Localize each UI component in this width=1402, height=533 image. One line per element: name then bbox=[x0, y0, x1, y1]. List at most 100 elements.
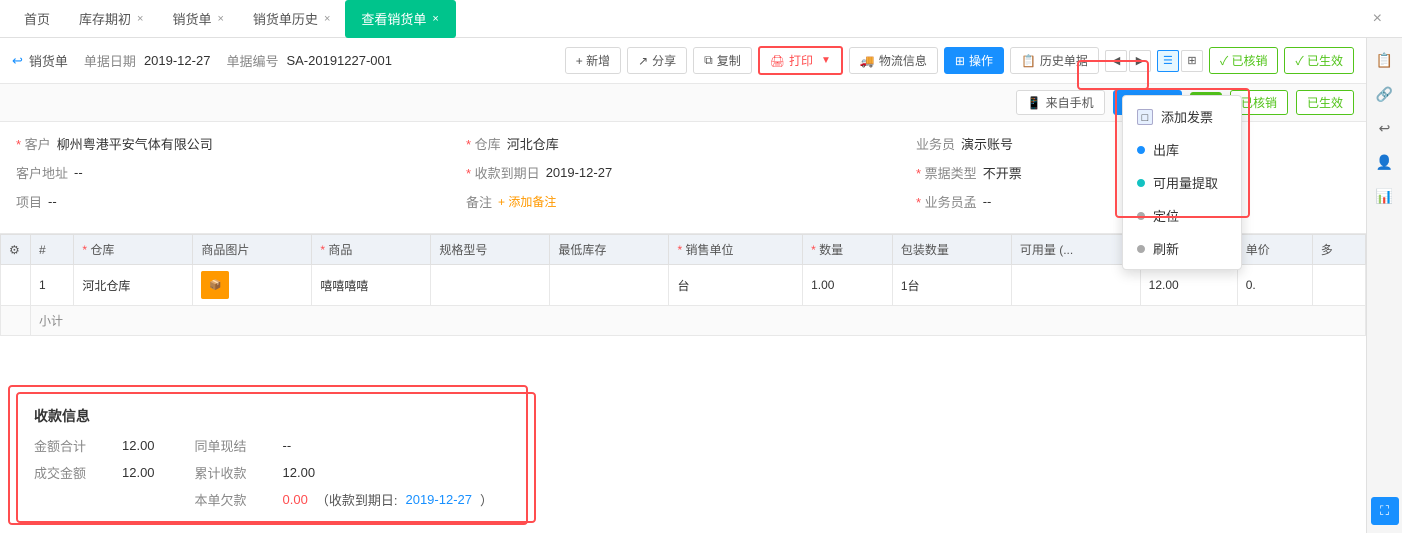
grid-view-btn[interactable]: ⊞ bbox=[1181, 50, 1203, 72]
ops-dropdown-menu: □ 添加发票 出库 可用量提取 定位 刷新 bbox=[1122, 95, 1242, 270]
close-history-tab[interactable]: × bbox=[324, 13, 330, 25]
doc-number-field: 单据编号 SA-20191227-001 bbox=[226, 51, 392, 70]
settings-icon: ⚙ bbox=[9, 243, 20, 257]
row-stock: 12.00 bbox=[1140, 265, 1237, 306]
payment-section: 收款信息 金额合计 12.00 成交金额 12.00 同单现结 -- bbox=[16, 392, 536, 523]
ops-button[interactable]: ⊞ 操作 bbox=[944, 47, 1004, 74]
from-phone-button[interactable]: 📱 来自手机 bbox=[1016, 90, 1105, 115]
row-gear bbox=[1, 265, 31, 306]
payment-col-left: 金额合计 12.00 成交金额 12.00 bbox=[34, 436, 155, 509]
sidebar-icon-5[interactable]: 📊 bbox=[1371, 182, 1399, 210]
dropdown-refresh[interactable]: 刷新 bbox=[1123, 232, 1241, 265]
effect-status-button[interactable]: 已生效 bbox=[1296, 90, 1354, 115]
row-seq: 1 bbox=[31, 265, 74, 306]
right-sidebar: 📋 🔗 ↩ 👤 📊 ⛶ bbox=[1366, 38, 1402, 533]
payment-title: 收款信息 bbox=[34, 406, 518, 426]
row-available bbox=[1011, 265, 1140, 306]
logistics-button[interactable]: 🚚 物流信息 bbox=[849, 47, 938, 74]
share-icon: ↗ bbox=[638, 54, 648, 68]
sold-button[interactable]: ✓ 已核销 bbox=[1209, 47, 1279, 74]
col-available: 可用量 (... bbox=[1011, 235, 1140, 265]
print-button[interactable]: 🖨 打印 ▼ bbox=[758, 46, 843, 75]
history-icon: 📋 bbox=[1021, 54, 1036, 68]
row-product: 嘻嘻嘻嘻 bbox=[312, 265, 431, 306]
row-quantity: 1.00 bbox=[803, 265, 893, 306]
dropdown-locate[interactable]: 定位 bbox=[1123, 199, 1241, 232]
row-min-stock bbox=[550, 265, 669, 306]
next-button[interactable]: ▶ bbox=[1129, 50, 1151, 72]
dropdown-add-invoice[interactable]: □ 添加发票 bbox=[1123, 100, 1241, 133]
dropdown-outbound[interactable]: 出库 bbox=[1123, 133, 1241, 166]
col-gear: ⚙ bbox=[1, 235, 31, 265]
sidebar-icon-4[interactable]: 👤 bbox=[1371, 148, 1399, 176]
close-inventory-tab[interactable]: × bbox=[137, 13, 143, 25]
amount-total-row: 金额合计 12.00 bbox=[34, 436, 155, 455]
doc-date-field: 单据日期 2019-12-27 bbox=[84, 51, 211, 70]
tab-inventory-init[interactable]: 库存期初 × bbox=[65, 0, 158, 38]
ops-icon: ⊞ bbox=[955, 54, 965, 68]
sidebar-icon-1[interactable]: 📋 bbox=[1371, 46, 1399, 74]
customer-field: 客户 柳州粤港平安气体有限公司 bbox=[16, 134, 450, 153]
balance-due-row: 本单欠款 0.00 （收款到期日: 2019-12-27 ） bbox=[195, 490, 493, 509]
payment-rows: 金额合计 12.00 成交金额 12.00 同单现结 -- 累计收款 bbox=[34, 436, 518, 509]
row-image: 📦 bbox=[193, 265, 312, 306]
doc-icon: ↩ bbox=[12, 53, 23, 69]
tab-bar: 首页 库存期初 × 销货单 × 销货单历史 × 查看销货单 × × bbox=[0, 0, 1402, 38]
expand-icon[interactable]: ⛶ bbox=[1371, 497, 1399, 525]
copy-icon: ⧉ bbox=[704, 53, 713, 68]
add-invoice-icon: □ bbox=[1137, 109, 1153, 125]
col-quantity: * 数量 bbox=[803, 235, 893, 265]
dropdown-arrow: ▼ bbox=[821, 55, 831, 66]
col-image: 商品图片 bbox=[193, 235, 312, 265]
col-seq: # bbox=[31, 235, 74, 265]
prev-button[interactable]: ◀ bbox=[1105, 50, 1127, 72]
row-price: 0. bbox=[1237, 265, 1312, 306]
doc-type-label: ↩ 销货单 bbox=[12, 51, 68, 70]
history-button[interactable]: 📋 历史单据 bbox=[1010, 47, 1099, 74]
print-icon: 🖨 bbox=[770, 54, 785, 68]
tab-home[interactable]: 首页 bbox=[10, 0, 65, 38]
col-min-stock: 最低库存 bbox=[550, 235, 669, 265]
logistics-icon: 🚚 bbox=[860, 54, 875, 68]
sidebar-icon-2[interactable]: 🔗 bbox=[1371, 80, 1399, 108]
dropdown-available-qty[interactable]: 可用量提取 bbox=[1123, 166, 1241, 199]
project-field: 项目 -- bbox=[16, 192, 450, 211]
tab-sales-order[interactable]: 销货单 × bbox=[158, 0, 238, 38]
due-date-field: 收款到期日 2019-12-27 bbox=[466, 163, 900, 182]
available-qty-dot bbox=[1137, 179, 1145, 187]
effect-button[interactable]: ✓ 已生效 bbox=[1284, 47, 1354, 74]
col-product: * 商品 bbox=[312, 235, 431, 265]
address-field: 客户地址 -- bbox=[16, 163, 450, 182]
row-unit: 台 bbox=[669, 265, 803, 306]
subtotal-row: 小计 bbox=[1, 306, 1366, 336]
add-note-button[interactable]: + 添加备注 bbox=[498, 193, 556, 210]
tab-view-sales[interactable]: 查看销货单 × bbox=[345, 0, 455, 38]
tab-sales-history[interactable]: 销货单历史 × bbox=[239, 0, 345, 38]
subtotal-label: 小计 bbox=[31, 306, 1366, 336]
outbound-dot bbox=[1137, 146, 1145, 154]
deal-amount-row: 成交金额 12.00 bbox=[34, 463, 155, 482]
table-row: 1 河北仓库 📦 嘻嘻嘻嘻 台 1.00 1台 12.00 0. bbox=[1, 265, 1366, 306]
new-button[interactable]: + 新增 bbox=[565, 47, 621, 74]
close-sales-tab[interactable]: × bbox=[217, 13, 223, 25]
copy-button[interactable]: ⧉ 复制 bbox=[693, 47, 752, 74]
col-unit: * 销售单位 bbox=[669, 235, 803, 265]
col-more: 多 bbox=[1312, 235, 1365, 265]
row-more bbox=[1312, 265, 1365, 306]
close-view-sales-tab[interactable]: × bbox=[432, 13, 438, 25]
col-price: 单价 bbox=[1237, 235, 1312, 265]
product-image: 📦 bbox=[201, 271, 229, 299]
toolbar: + 新增 ↗ 分享 ⧉ 复制 🖨 打印 ▼ 🚚 物流信息 bbox=[565, 46, 1354, 75]
row-warehouse: 河北仓库 bbox=[74, 265, 193, 306]
view-toggle: ☰ ⊞ bbox=[1157, 50, 1203, 72]
payment-col-right: 同单现结 -- 累计收款 12.00 本单欠款 0.00 （收款到期日: 201… bbox=[195, 436, 493, 509]
list-view-btn[interactable]: ☰ bbox=[1157, 50, 1179, 72]
sidebar-icon-3[interactable]: ↩ bbox=[1371, 114, 1399, 142]
warehouse-field: 仓库 河北仓库 bbox=[466, 134, 900, 153]
row-pack-qty: 1台 bbox=[892, 265, 1011, 306]
share-button[interactable]: ↗ 分享 bbox=[627, 47, 687, 74]
note-field: 备注 + 添加备注 bbox=[466, 192, 900, 211]
refresh-dot bbox=[1137, 245, 1145, 253]
nav-arrows: ◀ ▶ bbox=[1105, 50, 1151, 72]
close-all-tabs[interactable]: × bbox=[1363, 10, 1392, 28]
